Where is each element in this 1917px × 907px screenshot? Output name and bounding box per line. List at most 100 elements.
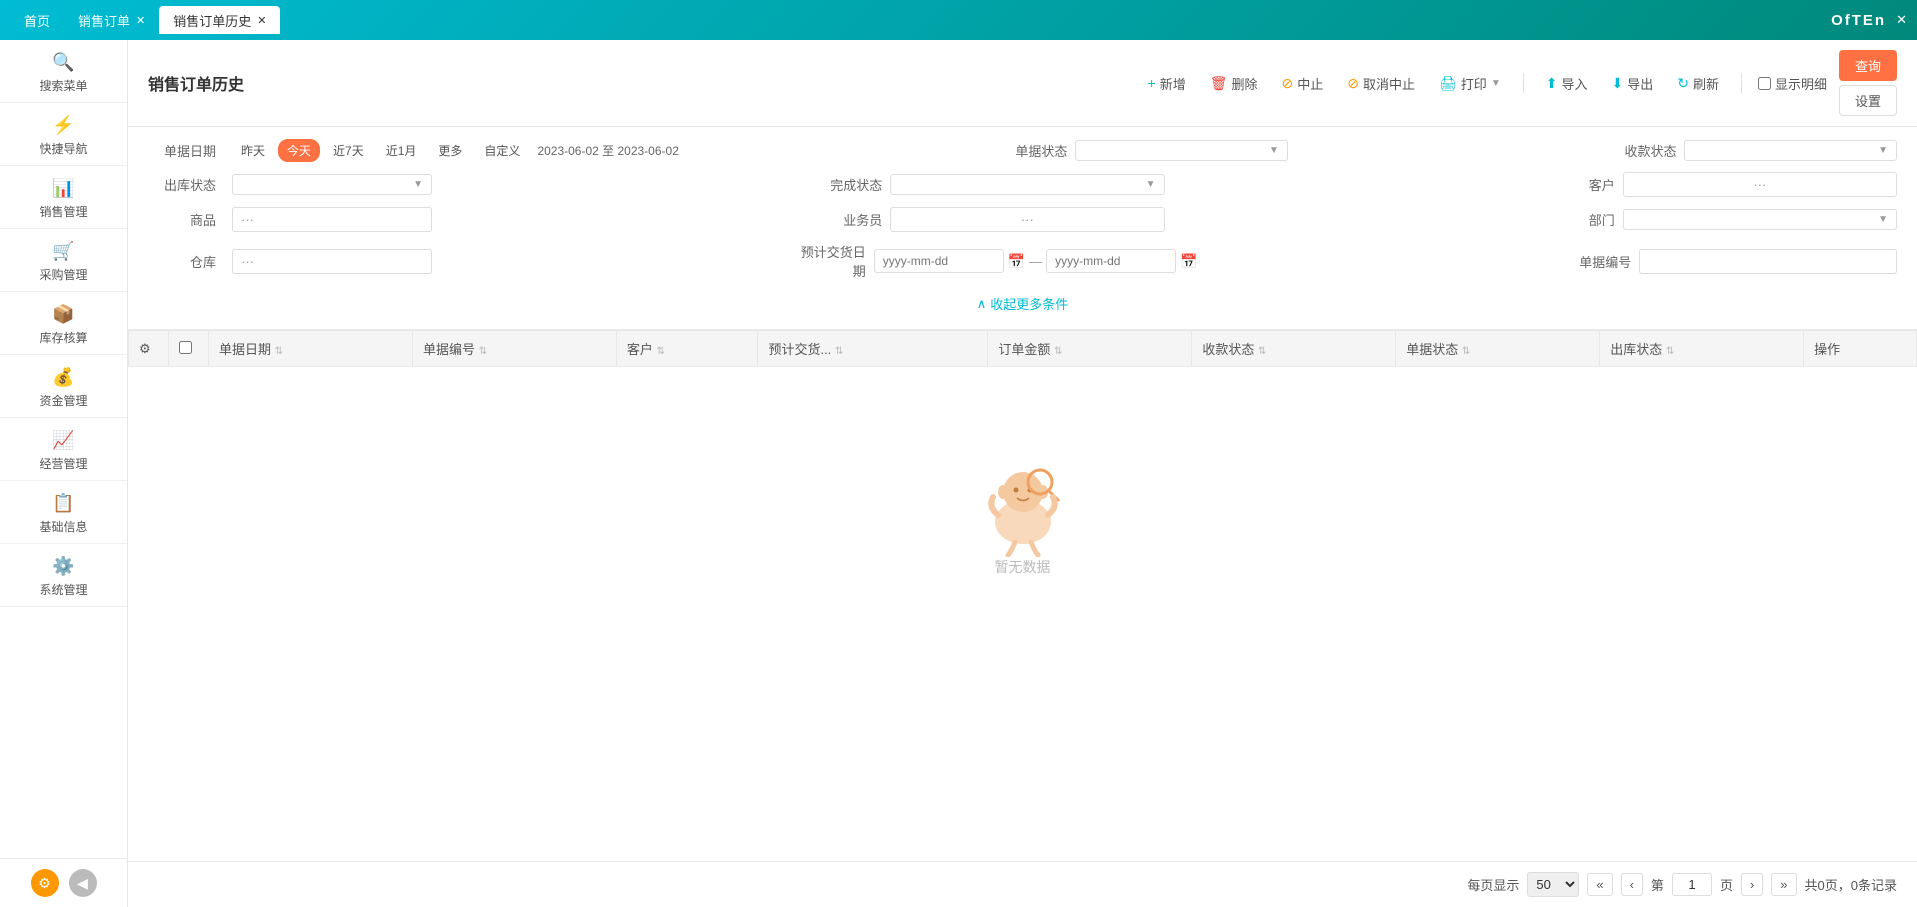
import-button[interactable]: ⬆ 导入 <box>1540 70 1594 97</box>
sidebar-item-sales-mgmt[interactable]: 📊 销售管理 <box>0 166 127 229</box>
date-btn-today[interactable]: 今天 <box>278 139 320 162</box>
date-btn-yesterday[interactable]: 昨天 <box>232 139 274 162</box>
new-label: 新增 <box>1160 74 1186 93</box>
goods-label: 商品 <box>148 210 216 229</box>
sidebar-settings-icon[interactable]: ⚙ <box>31 869 59 897</box>
sales-order-tab-close[interactable]: ✕ <box>136 14 145 27</box>
refresh-button[interactable]: ↻ 刷新 <box>1671 70 1725 97</box>
sidebar-item-inventory[interactable]: 📦 库存核算 <box>0 292 127 355</box>
settings-button[interactable]: 设置 <box>1839 85 1897 116</box>
salesperson-label: 业务员 <box>814 210 882 229</box>
last-page-button[interactable]: » <box>1771 873 1796 896</box>
th-delivery-status-label: 出库状态 <box>1610 342 1662 357</box>
page-number-input[interactable] <box>1672 873 1712 896</box>
sidebar-item-label-quick-nav: 快捷导航 <box>39 140 87 157</box>
top-close-icon[interactable]: ✕ <box>1896 12 1907 28</box>
filter-row-3: 商品 ··· 业务员 ··· 部门 ▼ <box>148 207 1897 232</box>
th-doc-status-label: 单据状态 <box>1406 342 1458 357</box>
department-select[interactable]: ▼ <box>1623 209 1897 230</box>
cancel-stop-button[interactable]: ⊘ 取消中止 <box>1341 70 1421 97</box>
th-customer[interactable]: 客户 ⇅ <box>616 331 758 367</box>
delivery-status-select[interactable]: ▼ <box>232 174 432 195</box>
search-menu-icon: 🔍 <box>52 52 74 73</box>
salesperson-input[interactable]: ··· <box>890 207 1164 232</box>
empty-state: 暂无数据 <box>129 367 1917 657</box>
table-header-row: ⚙ 单据日期 ⇅ 单据编号 ⇅ <box>129 331 1917 367</box>
th-check[interactable] <box>169 331 209 367</box>
table-container: ⚙ 单据日期 ⇅ 单据编号 ⇅ <box>128 330 1917 861</box>
stop-button[interactable]: ⊘ 中止 <box>1276 70 1330 97</box>
doc-status-select[interactable]: ▼ <box>1075 140 1288 161</box>
delivery-date-from[interactable] <box>874 249 1004 273</box>
delivery-date-label: 预计交货日期 <box>798 242 866 280</box>
sidebar-item-sys-mgmt[interactable]: ⚙️ 系统管理 <box>0 544 127 607</box>
delete-icon: 🗑 <box>1210 75 1228 92</box>
next-page-button[interactable]: › <box>1741 873 1763 896</box>
th-doc-date[interactable]: 单据日期 ⇅ <box>209 331 413 367</box>
payment-status-select[interactable]: ▼ <box>1684 140 1897 161</box>
purchase-mgmt-icon: 🛒 <box>52 241 74 262</box>
new-button[interactable]: + 新增 <box>1142 70 1192 97</box>
export-button[interactable]: ⬇ 导出 <box>1605 70 1659 97</box>
sidebar-item-search-menu[interactable]: 🔍 搜索菜单 <box>0 40 127 103</box>
delete-button[interactable]: 🗑 删除 <box>1204 70 1264 97</box>
tab-home[interactable]: 首页 <box>10 6 64 34</box>
th-delivery-date[interactable]: 预计交货... ⇅ <box>758 331 988 367</box>
completion-status-section: 完成状态 ▼ <box>814 174 1164 195</box>
payment-status-label: 收款状态 <box>1608 141 1676 160</box>
date-btn-more[interactable]: 更多 <box>429 139 471 162</box>
delete-label: 删除 <box>1232 74 1258 93</box>
doc-no-input[interactable] <box>1639 249 1897 274</box>
sidebar-item-quick-nav[interactable]: ⚡ 快捷导航 <box>0 103 127 166</box>
sidebar-collapse-icon[interactable]: ◀ <box>69 869 97 897</box>
table-body: 暂无数据 <box>129 367 1917 658</box>
print-dropdown-icon[interactable]: ▼ <box>1491 78 1501 89</box>
delivery-date-range: 📅 — 📅 <box>874 249 1198 273</box>
print-icon: 🖨 <box>1439 75 1457 92</box>
th-doc-status[interactable]: 单据状态 ⇅ <box>1396 331 1600 367</box>
date-btn-1month[interactable]: 近1月 <box>377 139 426 162</box>
sort-delivery-date-icon: ⇅ <box>835 346 843 357</box>
completion-status-label: 完成状态 <box>814 175 882 194</box>
sidebar-item-basic-info[interactable]: 📋 基础信息 <box>0 481 127 544</box>
th-operation: 操作 <box>1804 331 1917 367</box>
date-btn-7days[interactable]: 近7天 <box>324 139 373 162</box>
delivery-date-to[interactable] <box>1046 249 1176 273</box>
show-detail-checkbox[interactable] <box>1758 77 1771 90</box>
doc-status-section: 单据状态 ▼ <box>999 140 1288 161</box>
tab-sales-order-history[interactable]: 销售订单历史 ✕ <box>159 6 280 34</box>
cancel-stop-label: 取消中止 <box>1363 74 1415 93</box>
th-doc-no[interactable]: 单据编号 ⇅ <box>412 331 616 367</box>
prev-page-button[interactable]: ‹ <box>1621 873 1643 896</box>
select-all-checkbox[interactable] <box>179 341 192 354</box>
print-button[interactable]: 🖨 打印 ▼ <box>1433 70 1507 97</box>
warehouse-input[interactable]: ··· <box>232 249 432 274</box>
collapse-row[interactable]: ∧ 收起更多条件 <box>148 290 1897 317</box>
goods-input[interactable]: ··· <box>232 207 432 232</box>
page-size-select[interactable]: 20 50 100 <box>1527 872 1579 897</box>
gear-icon[interactable]: ⚙ <box>139 341 151 356</box>
th-delivery-status[interactable]: 出库状态 ⇅ <box>1600 331 1804 367</box>
sort-order-amount-icon: ⇅ <box>1054 346 1062 357</box>
tab-sales-order[interactable]: 销售订单 ✕ <box>64 6 159 34</box>
customer-input[interactable]: ··· <box>1623 172 1897 197</box>
sidebar-item-operations[interactable]: 📈 经营管理 <box>0 418 127 481</box>
page-size-label: 每页显示 <box>1467 875 1519 894</box>
page-header: 销售订单历史 + 新增 🗑 删除 ⊘ 中止 ⊘ 取消中止 <box>128 40 1917 127</box>
calendar-from-icon[interactable]: 📅 <box>1008 253 1025 270</box>
empty-illustration <box>968 447 1078 557</box>
sales-order-history-tab-close[interactable]: ✕ <box>257 14 266 27</box>
completion-status-select[interactable]: ▼ <box>890 174 1164 195</box>
th-gear[interactable]: ⚙ <box>129 331 169 367</box>
show-detail-toggle[interactable]: 显示明细 <box>1758 74 1827 93</box>
th-operation-label: 操作 <box>1814 342 1840 357</box>
th-payment-status[interactable]: 收款状态 ⇅ <box>1192 331 1396 367</box>
first-page-button[interactable]: « <box>1587 873 1612 896</box>
print-label: 打印 <box>1461 74 1487 93</box>
sidebar-item-finance[interactable]: 💰 资金管理 <box>0 355 127 418</box>
th-order-amount[interactable]: 订单金额 ⇅ <box>988 331 1192 367</box>
sidebar-item-purchase-mgmt[interactable]: 🛒 采购管理 <box>0 229 127 292</box>
query-button[interactable]: 查询 <box>1839 50 1897 81</box>
calendar-to-icon[interactable]: 📅 <box>1180 253 1197 270</box>
date-btn-custom[interactable]: 自定义 <box>475 139 529 162</box>
